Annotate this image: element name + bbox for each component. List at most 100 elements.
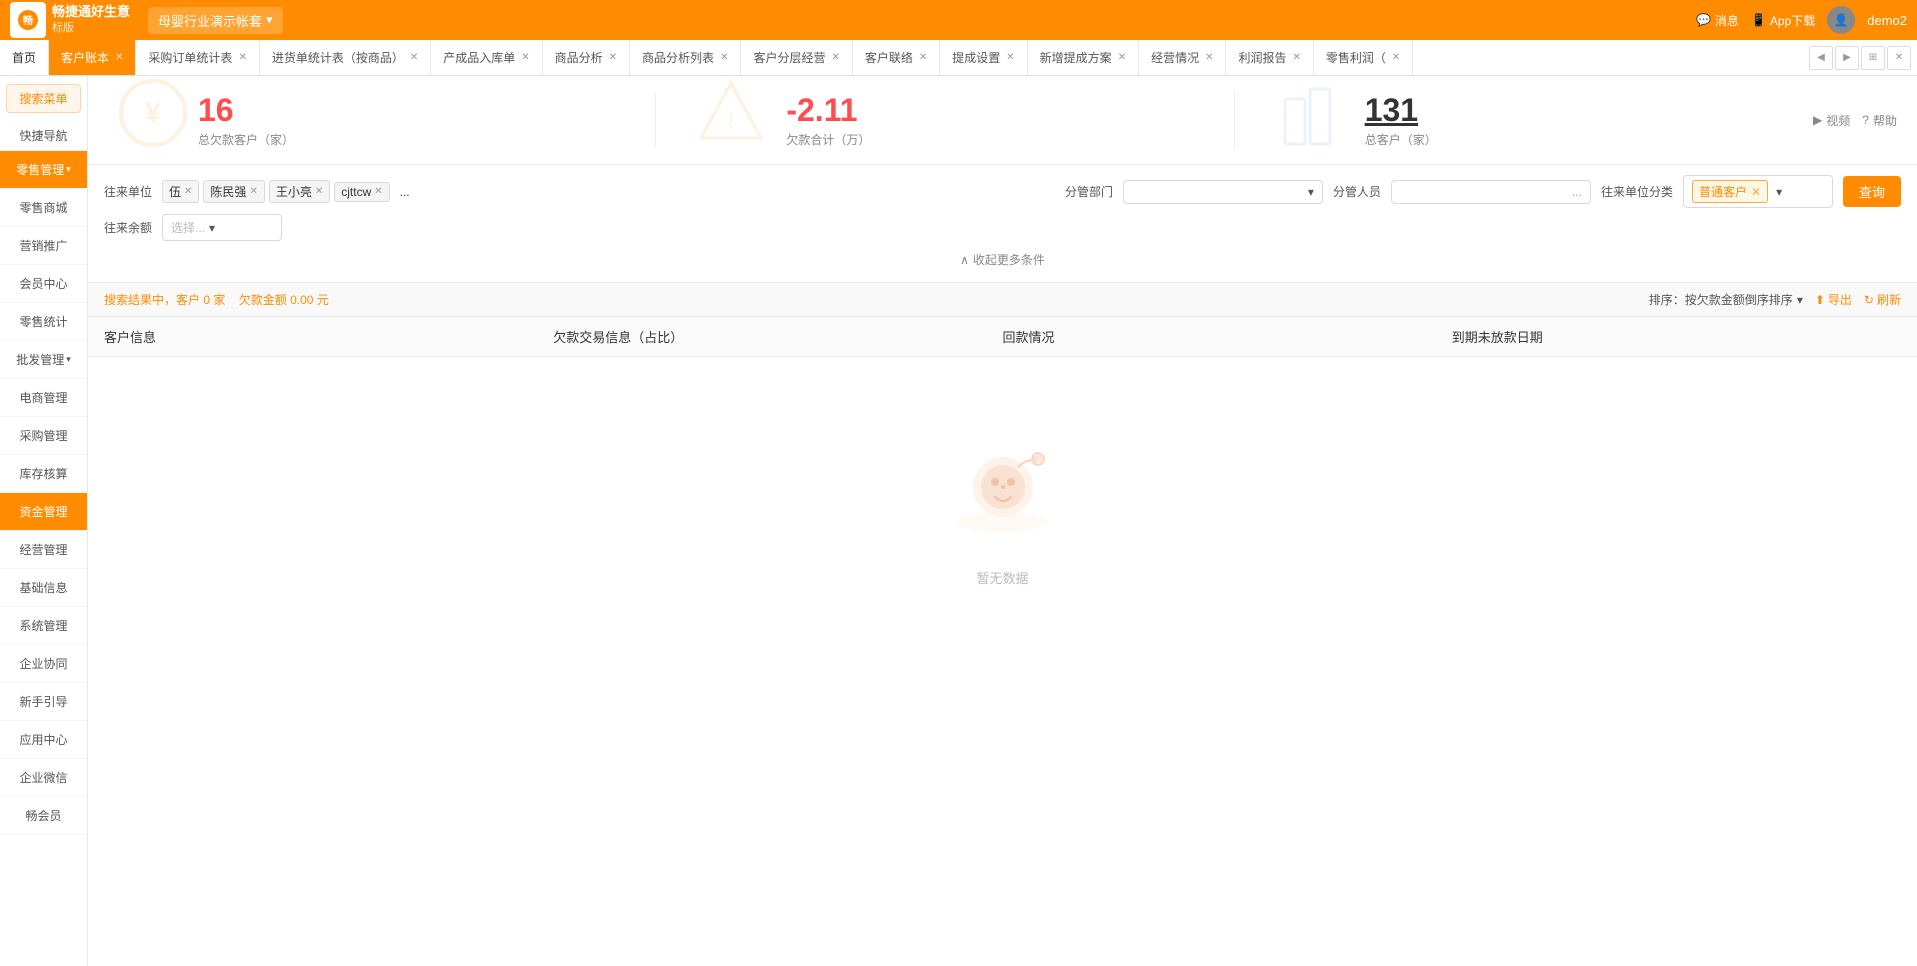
- sidebar-item-member-center[interactable]: 会员中心: [0, 265, 87, 303]
- tag-close-wang[interactable]: ✕: [315, 186, 323, 197]
- tab-raise-settings[interactable]: 提成设置 ✕: [940, 40, 1027, 76]
- tag-close-wu[interactable]: ✕: [184, 186, 192, 197]
- person-select[interactable]: ...: [1391, 180, 1591, 204]
- refresh-btn[interactable]: ↻ 刷新: [1864, 291, 1901, 308]
- results-info: 搜索结果中，客户 0 家 欠款金额 0.00 元: [104, 291, 329, 308]
- help-btn[interactable]: ? 帮助: [1862, 112, 1897, 129]
- sidebar-item-capital-mgmt[interactable]: 资金管理: [0, 493, 87, 531]
- stat1-value: 16: [198, 92, 294, 129]
- message-btn[interactable]: 💬 消息: [1696, 12, 1739, 29]
- person-dots: ...: [1572, 185, 1582, 199]
- tab-product-inbound[interactable]: 产成品入库单 ✕: [431, 40, 542, 76]
- export-btn[interactable]: ⬆ 导出: [1815, 291, 1852, 308]
- col-debt-info: 欠款交易信息（占比）: [553, 327, 1002, 346]
- sidebar-item-inventory[interactable]: 库存核算: [0, 455, 87, 493]
- sidebar-item-purchase-mgmt[interactable]: 采购管理: [0, 417, 87, 455]
- sort-label: 排序：按欠款金额倒序排序: [1649, 291, 1793, 308]
- sidebar-item-wholesale-mgmt[interactable]: 批发管理 ▾: [0, 341, 87, 379]
- tab-close-icon[interactable]: ✕: [1118, 52, 1126, 63]
- filter-tag-more[interactable]: ...: [394, 183, 416, 201]
- video-btn[interactable]: ▶ 视频: [1813, 112, 1850, 129]
- query-button[interactable]: 查询: [1843, 176, 1901, 207]
- tab-purchase-order-stats[interactable]: 采购订单统计表 ✕: [136, 40, 259, 76]
- filter-tag-cjttcw: cjttcw ✕: [334, 182, 389, 202]
- app-container: 畅 畅捷通好生意 标版 母婴行业演示帐套 ▾ 💬 消息 📱 App下载: [0, 0, 1917, 966]
- sidebar-search-btn[interactable]: 搜索菜单: [6, 84, 81, 113]
- balance-select[interactable]: 选择... ▾: [162, 214, 282, 241]
- tab-close-icon[interactable]: ✕: [1293, 52, 1301, 63]
- avatar[interactable]: 👤: [1827, 6, 1855, 34]
- logo-area: 畅 畅捷通好生意 标版: [10, 2, 130, 38]
- tab-profit-report[interactable]: 利润报告 ✕: [1226, 40, 1313, 76]
- svg-text:畅: 畅: [23, 14, 33, 27]
- collapse-icon: ∧: [960, 253, 969, 267]
- sidebar-item-app-center[interactable]: 应用中心: [0, 721, 87, 759]
- tab-close-icon[interactable]: ✕: [410, 52, 418, 63]
- tab-close-icon[interactable]: ✕: [1205, 52, 1213, 63]
- tab-close-all-btn[interactable]: ✕: [1887, 46, 1911, 70]
- tab-close-icon[interactable]: ✕: [1006, 52, 1014, 63]
- tab-bar: 首页 客户账本 ✕ 采购订单统计表 ✕ 进货单统计表（按商品） ✕ 产成品入库单…: [0, 40, 1917, 76]
- sort-select[interactable]: 排序：按欠款金额倒序排序 ▾: [1649, 291, 1803, 308]
- collapse-row: ∧ 收起更多条件: [104, 247, 1901, 272]
- sidebar-item-operations-mgmt[interactable]: 经营管理: [0, 531, 87, 569]
- tab-close-icon[interactable]: ✕: [609, 52, 617, 63]
- more-tags-icon: ...: [400, 185, 410, 199]
- content-area: ¥ 16 总欠款客户（家） !: [88, 76, 1917, 966]
- main-layout: 搜索菜单 快捷导航 零售管理 ▾ 零售商城 营销推广 会员中心 零售统计 批发管…: [0, 76, 1917, 966]
- tab-retail-profit[interactable]: 零售利润（ ✕: [1314, 40, 1413, 76]
- filter-row-2: 往来余额 选择... ▾: [104, 214, 1901, 241]
- tab-next-btn[interactable]: ▶: [1835, 46, 1859, 70]
- company-selector[interactable]: 母婴行业演示帐套 ▾: [148, 7, 283, 34]
- tab-new-raise-plan[interactable]: 新增提成方案 ✕: [1028, 40, 1139, 76]
- top-bar-left: 畅 畅捷通好生意 标版 母婴行业演示帐套 ▾: [10, 2, 283, 38]
- chevron-down-icon: ▾: [209, 221, 215, 235]
- tab-customer-tier[interactable]: 客户分层经营 ✕: [741, 40, 852, 76]
- tab-close-icon[interactable]: ✕: [238, 52, 246, 63]
- sidebar-item-enterprise-wechat[interactable]: 企业微信: [0, 759, 87, 797]
- sidebar-item-ecommerce-mgmt[interactable]: 电商管理: [0, 379, 87, 417]
- table-header: 客户信息 欠款交易信息（占比） 回款情况 到期未放款日期: [88, 317, 1917, 357]
- tab-customer-account[interactable]: 客户账本 ✕: [49, 40, 136, 76]
- tab-expand-btn[interactable]: ⊞: [1861, 46, 1885, 70]
- stats-header: ¥ 16 总欠款客户（家） !: [88, 76, 1917, 165]
- tab-close-icon[interactable]: ✕: [1392, 52, 1400, 63]
- tab-close-icon[interactable]: ✕: [831, 52, 839, 63]
- tab-product-analysis-list[interactable]: 商品分析列表 ✕: [630, 40, 741, 76]
- tab-product-analysis[interactable]: 商品分析 ✕: [543, 40, 630, 76]
- sidebar-item-retail-mgmt[interactable]: 零售管理 ▾: [0, 151, 87, 189]
- chip-close-icon[interactable]: ✕: [1751, 185, 1761, 199]
- col-overdue-date: 到期未放款日期: [1452, 327, 1901, 346]
- stat-section-3: 131 总客户（家）: [1235, 92, 1813, 148]
- collapse-btn[interactable]: ∧ 收起更多条件: [960, 251, 1045, 268]
- sidebar-item-retail-stats[interactable]: 零售统计: [0, 303, 87, 341]
- sidebar-item-new-guide[interactable]: 新手引导: [0, 683, 87, 721]
- sidebar-item-marketing[interactable]: 营销推广: [0, 227, 87, 265]
- sidebar-item-enterprise-collab[interactable]: 企业协同: [0, 645, 87, 683]
- tab-operations[interactable]: 经营情况 ✕: [1139, 40, 1226, 76]
- tab-purchase-stats[interactable]: 进货单统计表（按商品） ✕: [260, 40, 431, 76]
- tab-close-icon[interactable]: ✕: [720, 52, 728, 63]
- tab-home[interactable]: 首页: [0, 40, 49, 76]
- tab-close-icon[interactable]: ✕: [919, 52, 927, 63]
- sidebar-quick-nav[interactable]: 快捷导航: [0, 121, 87, 151]
- chevron-down-icon: ▾: [266, 12, 273, 28]
- tab-prev-btn[interactable]: ◀: [1809, 46, 1833, 70]
- stat-section-2: ! -2.11 欠款合计（万）: [656, 92, 1234, 148]
- dept-select[interactable]: ▾: [1123, 180, 1323, 204]
- stat-2-content: -2.11 欠款合计（万）: [786, 92, 870, 148]
- tab-close-icon[interactable]: ✕: [115, 52, 123, 63]
- app-download-btn[interactable]: 📱 App下载: [1751, 12, 1815, 29]
- tab-close-icon[interactable]: ✕: [521, 52, 529, 63]
- sidebar-item-basic-info[interactable]: 基础信息: [0, 569, 87, 607]
- tag-close-cjttcw[interactable]: ✕: [374, 186, 382, 197]
- tab-customer-contact[interactable]: 客户联络 ✕: [853, 40, 940, 76]
- stat-3-content: 131 总客户（家）: [1365, 92, 1437, 148]
- sidebar-item-member[interactable]: 畅会员: [0, 797, 87, 835]
- tag-close-chen[interactable]: ✕: [249, 186, 257, 197]
- sidebar-item-system-mgmt[interactable]: 系统管理: [0, 607, 87, 645]
- unit-category-select[interactable]: 普通客户 ✕ ▾: [1683, 175, 1833, 208]
- results-bar: 搜索结果中，客户 0 家 欠款金额 0.00 元 排序：按欠款金额倒序排序 ▾ …: [88, 283, 1917, 317]
- sidebar-item-retail-mall[interactable]: 零售商城: [0, 189, 87, 227]
- svg-text:¥: ¥: [145, 97, 161, 128]
